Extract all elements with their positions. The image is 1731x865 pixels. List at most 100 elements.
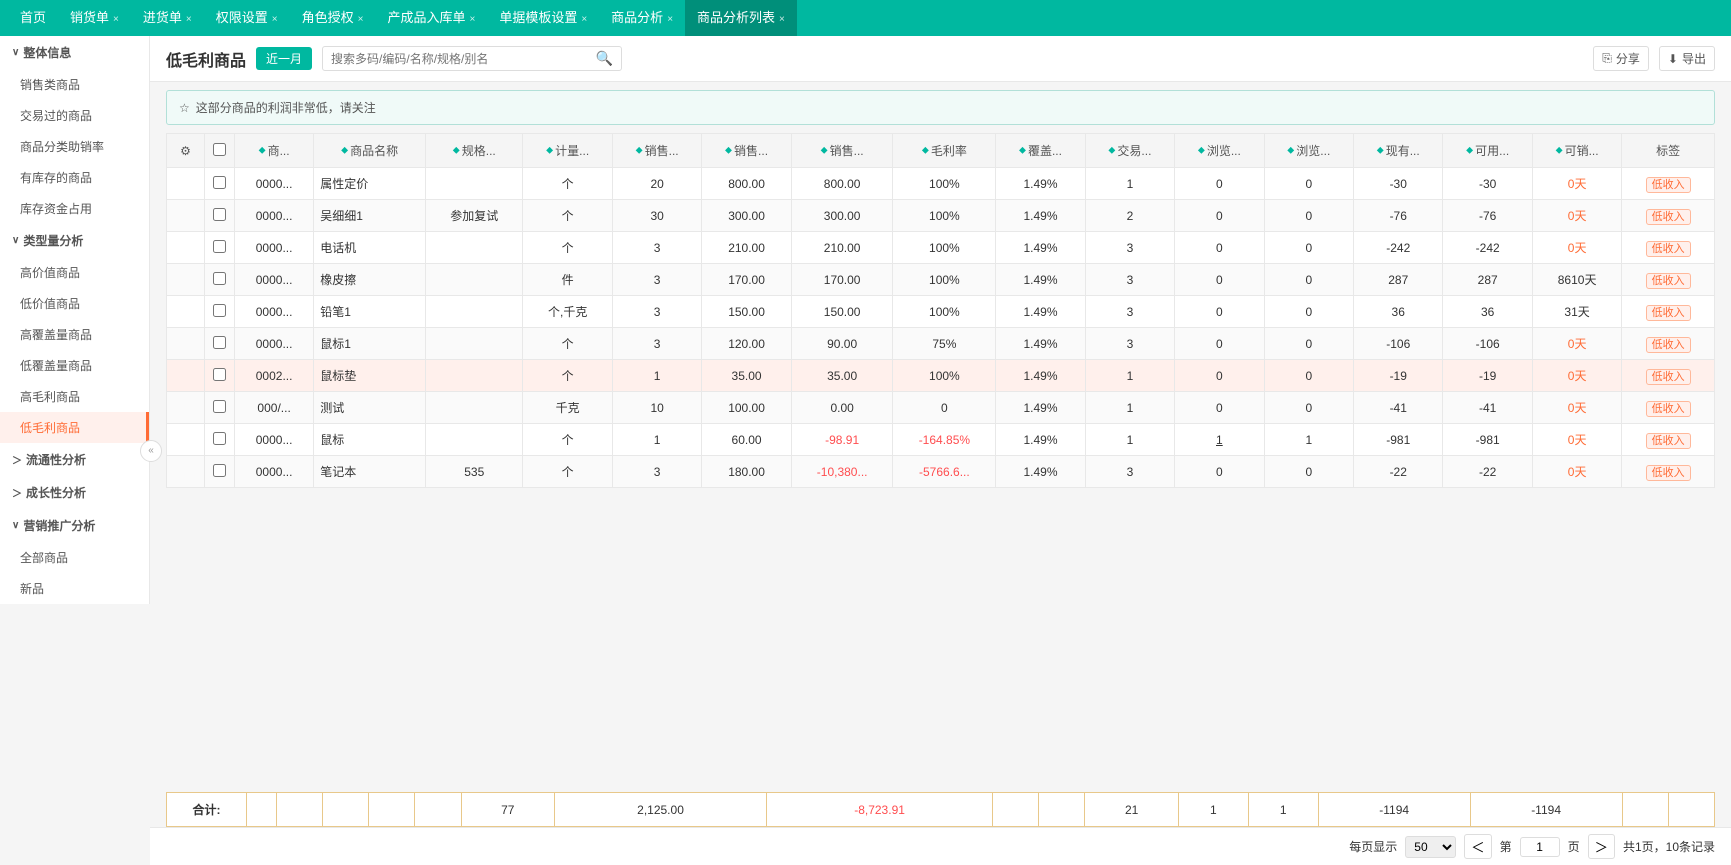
row-checkbox[interactable] [204, 328, 234, 360]
col-checkbox[interactable] [204, 134, 234, 168]
nav-sales[interactable]: 销货单× [58, 0, 131, 36]
col-sales-qty[interactable]: ⬥销售... [612, 134, 701, 168]
sidebar-item-high-profit[interactable]: 高毛利商品 [0, 381, 149, 412]
col-spec[interactable]: ⬥规格... [426, 134, 523, 168]
row-checkbox[interactable] [204, 168, 234, 200]
row-name[interactable]: 鼠标 [314, 424, 426, 456]
close-product-entry-icon[interactable]: × [469, 14, 475, 25]
row-checkbox[interactable] [204, 264, 234, 296]
settings-icon[interactable]: ⚙ [180, 144, 191, 158]
row-name[interactable]: 属性定价 [314, 168, 426, 200]
row-checkbox[interactable] [204, 424, 234, 456]
col-browse2[interactable]: ⬥浏览... [1264, 134, 1353, 168]
sidebar-item-high-coverage[interactable]: 高覆盖量商品 [0, 319, 149, 350]
time-filter-button[interactable]: 近一月 [256, 47, 312, 70]
col-sellable[interactable]: ⬥可销... [1532, 134, 1621, 168]
sidebar-item-category-sales-rate[interactable]: 商品分类助销率 [0, 131, 149, 162]
sidebar-item-all-goods[interactable]: 全部商品 [0, 542, 149, 573]
row-name[interactable]: 鼠标垫 [314, 360, 426, 392]
row-select-checkbox[interactable] [213, 432, 226, 445]
nav-goods-analysis[interactable]: 商品分析× [599, 0, 685, 36]
close-goods-analysis-icon[interactable]: × [667, 14, 673, 25]
row-select-checkbox[interactable] [213, 208, 226, 221]
select-all-checkbox[interactable] [213, 143, 226, 156]
row-name[interactable]: 笔记本 [314, 456, 426, 488]
sidebar-group-type[interactable]: ∨ 类型量分析 [0, 224, 149, 257]
col-browse1[interactable]: ⬥浏览... [1175, 134, 1264, 168]
prev-page-button[interactable]: ＜ [1464, 834, 1491, 859]
search-input[interactable] [331, 52, 596, 66]
sidebar-group-marketing[interactable]: ∨ 营销推广分析 [0, 509, 149, 542]
table-container[interactable]: ⚙ ⬥商... ⬥商品名称 ⬥规格... ⬥计量... ⬥销售... ⬥销售..… [150, 133, 1731, 792]
col-name[interactable]: ⬥商品名称 [314, 134, 426, 168]
row-checkbox[interactable] [204, 360, 234, 392]
row-select-checkbox[interactable] [213, 176, 226, 189]
row-checkbox[interactable] [204, 232, 234, 264]
footer-sales-profit: -8,723.91 [767, 793, 993, 827]
sidebar-item-high-value[interactable]: 高价值商品 [0, 257, 149, 288]
search-icon[interactable]: 🔍 [596, 50, 613, 67]
row-browse1[interactable]: 1 [1175, 424, 1264, 456]
col-sales-profit[interactable]: ⬥销售... [791, 134, 893, 168]
row-name[interactable]: 橡皮擦 [314, 264, 426, 296]
nav-home[interactable]: 首页 [8, 0, 58, 36]
page-number-input[interactable] [1520, 837, 1560, 857]
row-name[interactable]: 鼠标1 [314, 328, 426, 360]
sidebar-group-growth[interactable]: ＞ 成长性分析 [0, 476, 149, 509]
close-goods-analysis-list-icon[interactable]: × [779, 14, 785, 25]
row-name[interactable]: 测试 [314, 392, 426, 424]
row-select-checkbox[interactable] [213, 336, 226, 349]
row-name[interactable]: 铅笔1 [314, 296, 426, 328]
close-purchase-icon[interactable]: × [186, 14, 192, 25]
row-select-checkbox[interactable] [213, 368, 226, 381]
close-role-icon[interactable]: × [358, 14, 364, 25]
nav-role[interactable]: 角色授权× [290, 0, 376, 36]
sidebar-item-new-goods[interactable]: 新品 [0, 573, 149, 604]
sidebar-item-stock-goods[interactable]: 有库存的商品 [0, 162, 149, 193]
row-name[interactable]: 电话机 [314, 232, 426, 264]
nav-permission[interactable]: 权限设置× [204, 0, 290, 36]
col-tag[interactable]: 标签 [1622, 134, 1715, 168]
col-transaction[interactable]: ⬥交易... [1085, 134, 1174, 168]
col-available[interactable]: ⬥可用... [1443, 134, 1532, 168]
row-checkbox[interactable] [204, 456, 234, 488]
close-sales-icon[interactable]: × [113, 14, 119, 25]
row-name[interactable]: 吴细细1 [314, 200, 426, 232]
col-sales-price[interactable]: ⬥销售... [702, 134, 791, 168]
sidebar-item-low-coverage[interactable]: 低覆盖量商品 [0, 350, 149, 381]
col-unit[interactable]: ⬥计量... [523, 134, 612, 168]
sidebar-item-sales-goods[interactable]: 销售类商品 [0, 69, 149, 100]
sidebar-item-traded-goods[interactable]: 交易过的商品 [0, 100, 149, 131]
sidebar-collapse-btn[interactable]: « [140, 440, 162, 462]
nav-template[interactable]: 单据模板设置× [487, 0, 599, 36]
row-select-checkbox[interactable] [213, 240, 226, 253]
col-current-stock[interactable]: ⬥现有... [1354, 134, 1443, 168]
row-tag: 低收入 [1622, 232, 1715, 264]
sidebar-group-flow[interactable]: ＞ 流通性分析 [0, 443, 149, 476]
close-template-icon[interactable]: × [581, 14, 587, 25]
row-select-checkbox[interactable] [213, 400, 226, 413]
page-size-select[interactable]: 50 100 200 [1405, 836, 1456, 858]
nav-goods-analysis-list[interactable]: 商品分析列表× [685, 0, 797, 36]
next-page-button[interactable]: ＞ [1588, 834, 1615, 859]
row-select-checkbox[interactable] [213, 304, 226, 317]
close-permission-icon[interactable]: × [272, 14, 278, 25]
share-button[interactable]: ⎘ 分享 [1593, 46, 1649, 71]
sidebar-item-low-value[interactable]: 低价值商品 [0, 288, 149, 319]
row-select-checkbox[interactable] [213, 464, 226, 477]
col-coverage[interactable]: ⬥覆盖... [996, 134, 1085, 168]
nav-product-entry[interactable]: 产成品入库单× [375, 0, 487, 36]
sort-bullet: ⬥ [821, 145, 828, 156]
sidebar-item-stock-capital[interactable]: 库存资金占用 [0, 193, 149, 224]
sidebar-item-low-profit[interactable]: 低毛利商品 [0, 412, 149, 443]
sidebar-group-overall[interactable]: ∨ 整体信息 [0, 36, 149, 69]
nav-purchase[interactable]: 进货单× [131, 0, 204, 36]
col-settings[interactable]: ⚙ [167, 134, 205, 168]
col-code[interactable]: ⬥商... [234, 134, 313, 168]
export-button[interactable]: ⬇ 导出 [1659, 46, 1715, 71]
col-gross-margin[interactable]: ⬥毛利率 [893, 134, 996, 168]
row-select-checkbox[interactable] [213, 272, 226, 285]
row-checkbox[interactable] [204, 200, 234, 232]
row-checkbox[interactable] [204, 392, 234, 424]
row-checkbox[interactable] [204, 296, 234, 328]
